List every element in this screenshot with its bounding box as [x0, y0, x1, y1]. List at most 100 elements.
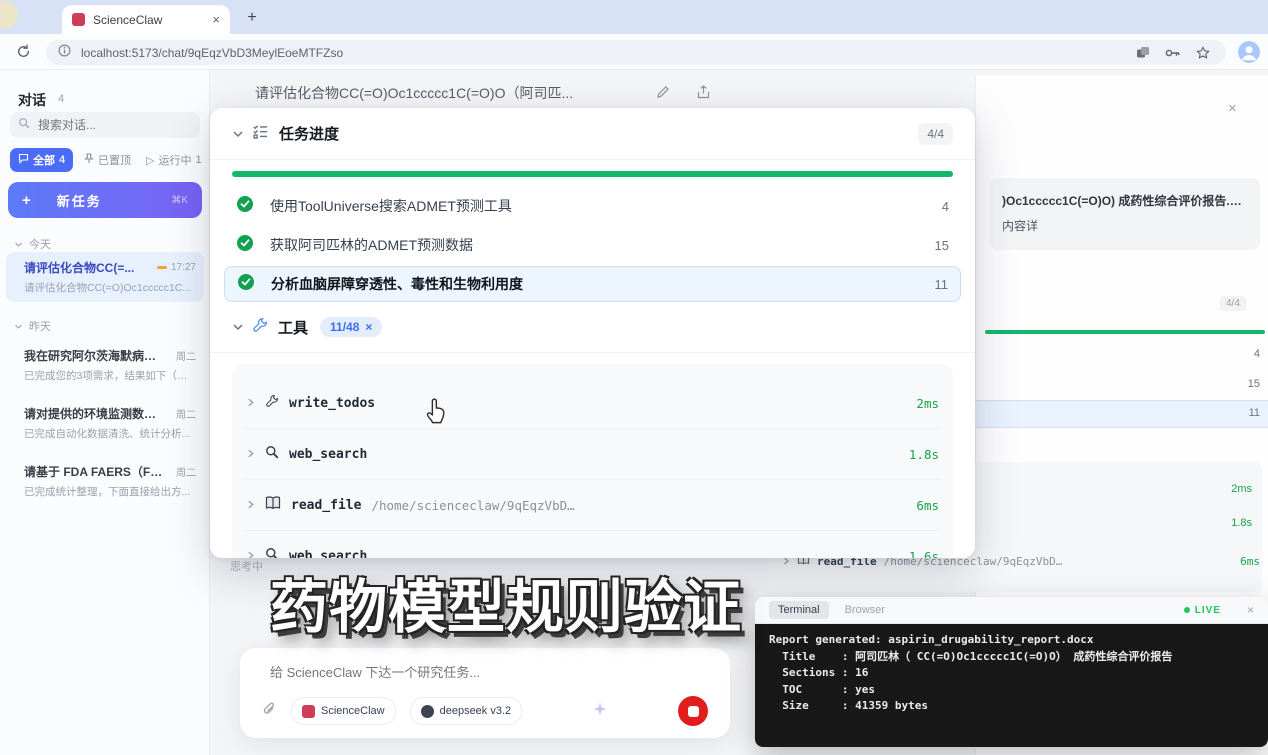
search-conversations[interactable]	[10, 112, 200, 138]
tool-row-web-search[interactable]: web_search 1.8s	[246, 429, 939, 480]
tab-close-icon[interactable]: ×	[212, 12, 220, 27]
task-row[interactable]: 获取阿司匹林的ADMET预测数据 15	[224, 227, 961, 263]
sidebar-count: 4	[58, 93, 64, 105]
chat-bubble-icon	[18, 153, 29, 167]
section-today: 今天	[14, 236, 51, 252]
chat-item[interactable]: 我在研究阿尔茨海默病（... 周二 已完成您的3项需求，结果如下（详...	[6, 340, 204, 390]
tab-title: ScienceClaw	[93, 13, 206, 27]
task-progress-modal: 任务进度 4/4 使用ToolUniverse搜索ADMET预测工具 4 获取阿…	[210, 108, 975, 558]
window-control-blob	[0, 1, 18, 29]
bg-progress-badge: 4/4	[1220, 296, 1246, 311]
tools-count-pill[interactable]: 11/48 ×	[320, 317, 382, 337]
panel-close-icon[interactable]: ×	[1228, 100, 1237, 117]
url-bar[interactable]: localhost:5173/chat/9qEqzVbD3MeylEoeMTFZ…	[46, 40, 1226, 65]
tool-time: 6ms	[916, 498, 939, 513]
stop-button[interactable]	[678, 696, 708, 726]
filter-all-count: 4	[59, 154, 65, 166]
chat-header-title: 请评估化合物CC(=O)Oc1ccccc1C(=O)O（阿司匹...	[255, 83, 573, 103]
paperclip-icon[interactable]	[262, 701, 277, 722]
chat-title: 请基于 FDA FAERS（FD...	[24, 463, 164, 480]
terminal-line: Title : 阿司匹林（ CC(=O)Oc1ccccc1C(=O)O） 成药性…	[769, 649, 1254, 666]
chat-item[interactable]: 请对提供的环境监测数据... 周二 已完成自动化数据清洗、统计分析...	[6, 398, 204, 448]
check-circle-icon	[236, 195, 254, 218]
video-caption: 药物模型规则验证	[270, 560, 742, 644]
chevron-right-icon	[246, 445, 255, 463]
chat-subtitle: 已完成统计整理，下面直接给出方...	[24, 484, 194, 499]
chat-item-active[interactable]: 请评估化合物CC(=... 17:27 请评估化合物CC(=O)Oc1ccccc…	[6, 252, 204, 302]
chat-item[interactable]: 请基于 FDA FAERS（FD... 周二 已完成统计整理，下面直接给出方..…	[6, 456, 204, 506]
sidebar-title: 对话	[18, 90, 46, 110]
terminal-line: TOC : yes	[769, 682, 1254, 699]
deepseek-logo	[421, 705, 434, 718]
task-panel-header[interactable]: 任务进度 4/4	[210, 108, 975, 160]
scienceclaw-favicon	[72, 13, 85, 26]
clear-tools-icon[interactable]: ×	[365, 320, 372, 334]
task-count: 4	[942, 199, 949, 214]
filter-running[interactable]: ▷ 运行中 1	[146, 152, 202, 168]
task-count: 11	[935, 277, 949, 292]
sparkle-icon[interactable]	[593, 702, 607, 721]
tool-detail: /home/scienceclaw/9qEqzVbD…	[371, 498, 574, 513]
bg-highlighted-task-row[interactable]	[975, 400, 1268, 428]
chat-time: 周二	[176, 406, 196, 421]
bg-tool-time: 1.8s	[1200, 517, 1252, 529]
site-info-icon[interactable]	[58, 44, 71, 62]
url-text: localhost:5173/chat/9qEqzVbD3MeylEoeMTFZ…	[81, 46, 343, 60]
pin-icon	[84, 153, 94, 167]
task-row-highlighted[interactable]: 分析血脑屏障穿透性、毒性和生物利用度 11	[224, 266, 961, 302]
browser-tab[interactable]: ScienceClaw ×	[62, 5, 230, 34]
play-icon: ▷	[146, 154, 154, 167]
checklist-icon	[252, 123, 269, 145]
report-doc-line: )Oc1ccccc1C(=O)O) 成药性综合评价报告.docx)	[1002, 192, 1248, 209]
tools-title: 工具	[278, 317, 308, 338]
search-icon	[265, 547, 279, 559]
agent-chip[interactable]: ScienceClaw	[291, 697, 396, 725]
bookmark-star-icon[interactable]	[1192, 42, 1214, 64]
bg-progress-bar	[985, 330, 1265, 334]
task-row[interactable]: 使用ToolUniverse搜索ADMET预测工具 4	[224, 188, 961, 224]
terminal-close-icon[interactable]: ×	[1247, 603, 1254, 617]
tools-section-header[interactable]: 工具 11/48 ×	[232, 310, 953, 344]
model-chip[interactable]: deepseek v3.2	[410, 697, 523, 725]
section-yesterday: 昨天	[14, 318, 51, 334]
edit-title-icon[interactable]	[656, 85, 670, 104]
terminal-output[interactable]: Report generated: aspirin_drugability_re…	[755, 624, 1268, 747]
tool-list-card: write_todos 2ms web_search 1.8s read_fil…	[232, 364, 953, 558]
chevron-down-icon	[14, 240, 23, 249]
chevron-down-icon[interactable]	[232, 128, 244, 140]
search-input[interactable]	[36, 117, 190, 133]
task-label: 使用ToolUniverse搜索ADMET预测工具	[270, 196, 512, 216]
model-chip-label: deepseek v3.2	[440, 705, 512, 717]
status-dash	[157, 266, 167, 269]
bg-task-count: 15	[1230, 378, 1260, 390]
tool-row-web-search-2[interactable]: web_search 1.6s	[246, 531, 939, 558]
composer-input[interactable]	[268, 664, 692, 681]
profile-avatar[interactable]	[1238, 41, 1260, 63]
reload-icon[interactable]	[12, 40, 34, 62]
tab-terminal[interactable]: Terminal	[769, 601, 829, 619]
bg-task-count: 4	[1230, 348, 1260, 360]
new-task-label: 新任务	[57, 191, 102, 210]
password-key-icon[interactable]	[1162, 42, 1184, 64]
tool-row-read-file[interactable]: read_file /home/scienceclaw/9qEqzVbD… 6m…	[246, 480, 939, 531]
new-task-button[interactable]: + 新任务 ⌘K	[8, 182, 202, 218]
tool-row-write-todos[interactable]: write_todos 2ms	[246, 378, 939, 429]
bg-task-count: 11	[1230, 407, 1260, 419]
tool-name: write_todos	[289, 396, 375, 411]
terminal-line: Sections : 16	[769, 665, 1254, 682]
filter-pinned[interactable]: 已置顶	[84, 152, 131, 168]
share-icon[interactable]	[697, 85, 710, 104]
task-progress-badge: 4/4	[918, 123, 953, 145]
chevron-down-icon[interactable]	[232, 321, 244, 333]
chat-title: 请对提供的环境监测数据...	[24, 405, 164, 422]
divider	[210, 352, 975, 353]
filter-all-chip[interactable]: 全部 4	[10, 148, 73, 172]
chat-subtitle: 已完成自动化数据清洗、统计分析...	[24, 426, 194, 441]
chevron-down-icon	[14, 322, 23, 331]
new-tab-button[interactable]: +	[242, 8, 262, 28]
extension-icon[interactable]	[1132, 42, 1154, 64]
chat-time: 周二	[176, 464, 196, 479]
hand-cursor-icon	[424, 398, 447, 430]
terminal-header: Terminal Browser LIVE ×	[755, 597, 1268, 624]
tab-browser[interactable]: Browser	[845, 604, 885, 616]
